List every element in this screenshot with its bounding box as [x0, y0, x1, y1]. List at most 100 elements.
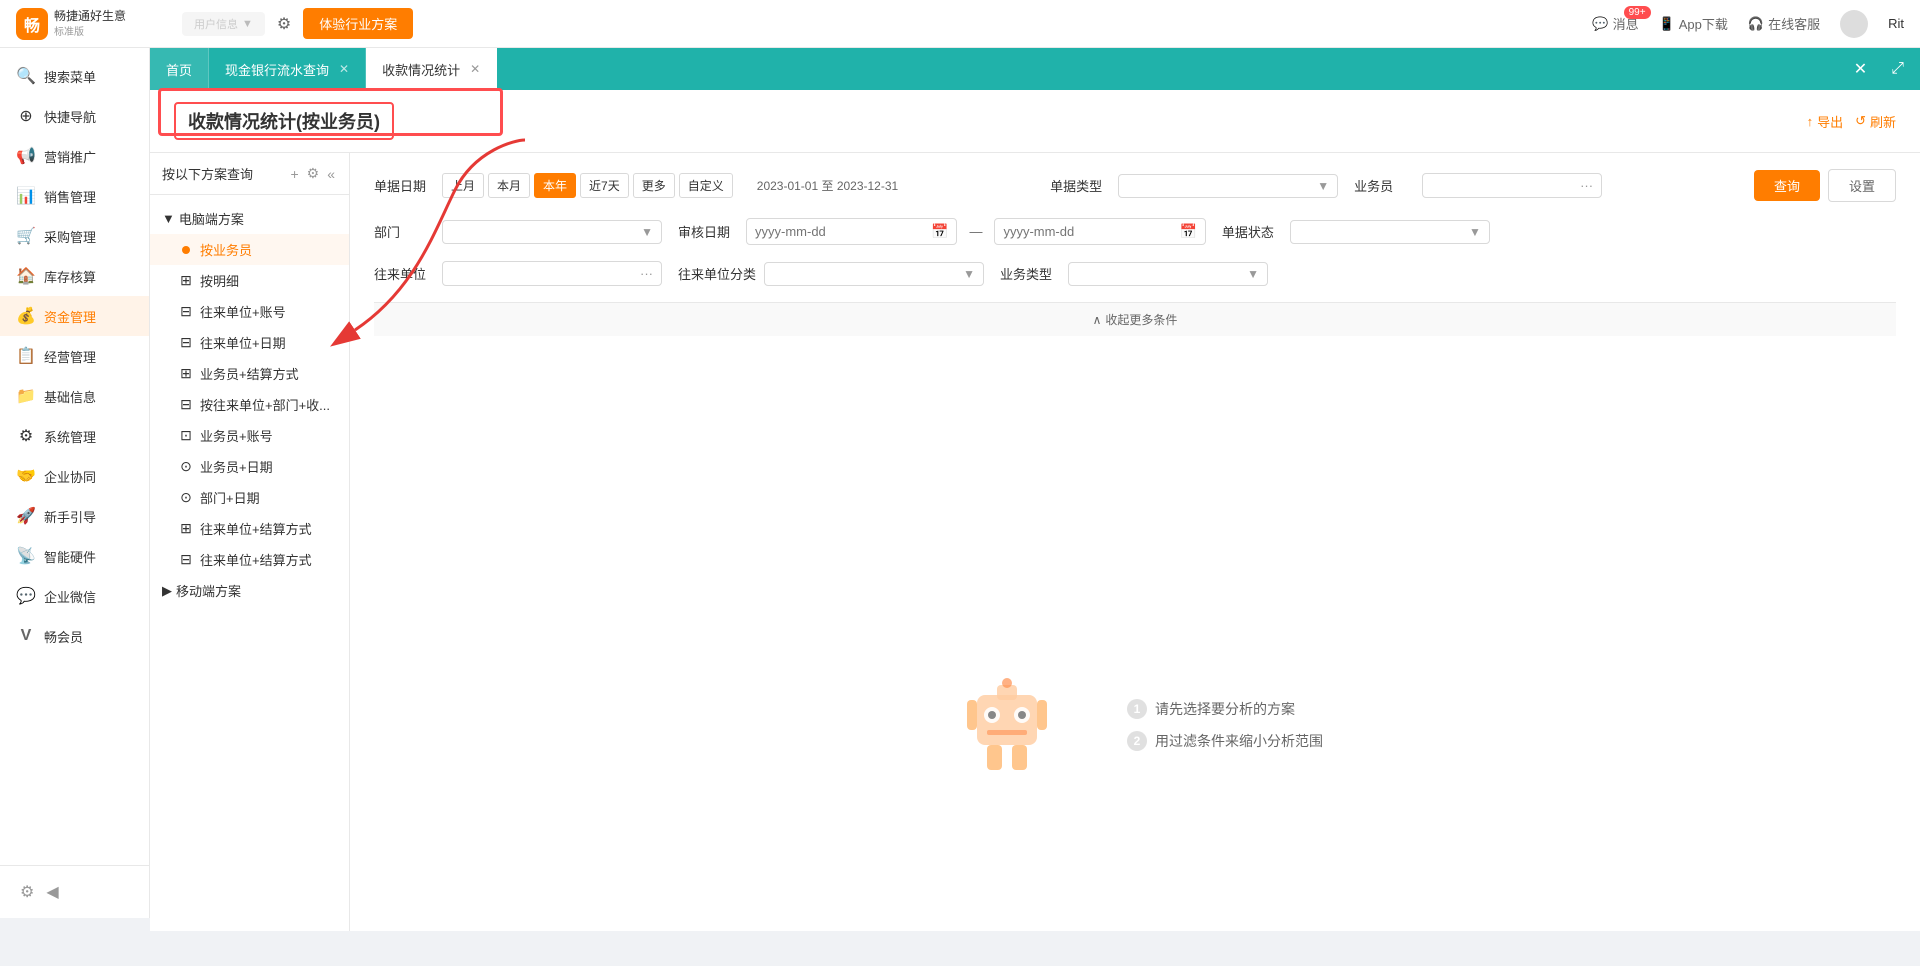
- sidebar-item-finance[interactable]: 💰 资金管理: [0, 296, 149, 336]
- date-quick-btns: 上月 本月 本年 近7天 更多 自定义: [442, 173, 733, 198]
- collapse-icon: ∧: [1093, 313, 1102, 327]
- date-btn-last-month[interactable]: 上月: [442, 173, 484, 198]
- messages-button[interactable]: 💬 消息 99+: [1592, 14, 1638, 33]
- scheme-add-button[interactable]: +: [288, 164, 300, 184]
- scheme-item-counterpart-date[interactable]: ⊟ 往来单位+日期: [150, 327, 349, 358]
- salesperson-dots[interactable]: ···: [1580, 178, 1593, 193]
- robot-svg: [947, 665, 1067, 785]
- sales-icon: 📊: [16, 186, 36, 206]
- tab-collection-stats-close[interactable]: ✕: [470, 62, 480, 76]
- audit-date-end[interactable]: 📅: [994, 218, 1205, 245]
- scheme-item-by-detail[interactable]: ⊞ 按明细: [150, 265, 349, 296]
- salesperson-account-icon: ⊡: [178, 428, 194, 444]
- tab-bank-flow-close[interactable]: ✕: [339, 62, 349, 76]
- refresh-button[interactable]: ↺ 刷新: [1855, 112, 1896, 131]
- page-title: 收款情况统计(按业务员): [188, 112, 380, 132]
- counterpart-category-select[interactable]: ▼: [764, 262, 984, 286]
- business-type-select[interactable]: ▼: [1068, 262, 1268, 286]
- dept-select[interactable]: ▼: [442, 220, 662, 244]
- scheme-item-salesperson-settle[interactable]: ⊞ 业务员+结算方式: [150, 358, 349, 389]
- scheme-item-by-salesperson[interactable]: 按业务员: [150, 234, 349, 265]
- scheme-item-counterpart-account[interactable]: ⊟ 往来单位+账号: [150, 296, 349, 327]
- topbar: 畅 畅捷通好生意 标准版 用户信息 ▼ ⚙ 体验行业方案 💬 消息 99+ 📱 …: [0, 0, 1920, 48]
- scheme-item-counterpart-dept[interactable]: ⊟ 按往来单位+部门+收...: [150, 389, 349, 420]
- sidebar-item-label: 畅会员: [44, 627, 83, 646]
- online-service-button[interactable]: 🎧 在线客服: [1748, 14, 1820, 33]
- sidebar: 🔍 搜索菜单 ⊕ 快捷导航 📢 营销推广 📊 销售管理 🛒 采购管理 🏠 库存核…: [0, 48, 150, 918]
- sidebar-item-label: 搜索菜单: [44, 67, 96, 86]
- tab-collection-stats[interactable]: 收款情况统计 ✕: [366, 48, 497, 90]
- tab-expand-button[interactable]: ⤢: [1883, 56, 1912, 82]
- app-name: 畅捷通好生意: [54, 9, 126, 23]
- counterpart-category-label: 往来单位分类: [678, 264, 756, 283]
- scheme-item-dept-date[interactable]: ⊙ 部门+日期: [150, 482, 349, 513]
- scheme-group-desktop[interactable]: ▼ 电脑端方案: [150, 203, 349, 234]
- sidebar-item-enterprise[interactable]: 🤝 企业协同: [0, 456, 149, 496]
- scheme-item-counterpart-settle2[interactable]: ⊟ 往来单位+结算方式: [150, 544, 349, 575]
- date-btn-this-year[interactable]: 本年: [534, 173, 576, 198]
- tab-bank-flow[interactable]: 现金银行流水查询 ✕: [209, 48, 366, 90]
- counterpart-select[interactable]: ···: [442, 261, 662, 286]
- sidebar-item-marketing[interactable]: 📢 营销推广: [0, 136, 149, 176]
- collapse-bar[interactable]: ∧ 收起更多条件: [374, 302, 1896, 336]
- sidebar-item-guide[interactable]: 🚀 新手引导: [0, 496, 149, 536]
- sidebar-item-operations[interactable]: 📋 经营管理: [0, 336, 149, 376]
- export-button[interactable]: ↑ 导出: [1807, 112, 1844, 131]
- user-avatar[interactable]: [1840, 10, 1868, 38]
- voucher-type-select[interactable]: ▼: [1118, 174, 1338, 198]
- filter-row-1-right: 单据类型 ▼ 业务员 ···: [1050, 173, 1602, 198]
- scheme-group-mobile[interactable]: ▶ 移动端方案: [150, 575, 349, 606]
- scheme-group-mobile-label: 移动端方案: [176, 581, 241, 600]
- sidebar-item-purchase[interactable]: 🛒 采购管理: [0, 216, 149, 256]
- filter-counterpart-item: 往来单位 ···: [374, 261, 662, 286]
- chevron-right-icon: ▶: [162, 583, 172, 599]
- sidebar-item-member[interactable]: V 畅会员: [0, 616, 149, 656]
- trial-button[interactable]: 体验行业方案: [303, 8, 413, 39]
- scheme-item-salesperson-account[interactable]: ⊡ 业务员+账号: [150, 420, 349, 451]
- settings-button[interactable]: 设置: [1828, 169, 1896, 202]
- filter-counterpart-category-item: 往来单位分类 ▼: [678, 262, 984, 286]
- date-btn-7days[interactable]: 近7天: [580, 173, 629, 198]
- audit-date-start-input[interactable]: [755, 224, 931, 239]
- sidebar-item-label: 企业微信: [44, 587, 96, 606]
- scheme-panel: 按以下方案查询 + ⚙ « ▼ 电脑端方案 按业务员 ⊞: [150, 153, 350, 931]
- sidebar-settings-button[interactable]: ⚙: [16, 878, 38, 906]
- sidebar-item-search-menu[interactable]: 🔍 搜索菜单: [0, 56, 149, 96]
- audit-date-end-input[interactable]: [1003, 224, 1179, 239]
- sidebar-item-sales[interactable]: 📊 销售管理: [0, 176, 149, 216]
- scheme-item-counterpart-settle1[interactable]: ⊞ 往来单位+结算方式: [150, 513, 349, 544]
- scheme-settings-button[interactable]: ⚙: [305, 163, 322, 184]
- scheme-collapse-button[interactable]: «: [325, 164, 337, 184]
- app-download-button[interactable]: 📱 App下载: [1659, 14, 1728, 33]
- tab-close-button[interactable]: ✕: [1846, 55, 1875, 83]
- inventory-icon: 🏠: [16, 266, 36, 286]
- date-btn-this-month[interactable]: 本月: [488, 173, 530, 198]
- scheme-header-title: 按以下方案查询: [162, 164, 284, 183]
- sidebar-item-system[interactable]: ⚙ 系统管理: [0, 416, 149, 456]
- salesperson-select[interactable]: ···: [1422, 173, 1602, 198]
- voucher-status-select[interactable]: ▼: [1290, 220, 1490, 244]
- date-btn-custom[interactable]: 自定义: [679, 173, 733, 198]
- filter-voucher-status-item: 单据状态 ▼: [1222, 220, 1490, 244]
- sidebar-item-quick-nav[interactable]: ⊕ 快捷导航: [0, 96, 149, 136]
- sidebar-collapse-button[interactable]: ◀: [42, 878, 62, 906]
- counterpart-dots[interactable]: ···: [640, 266, 653, 281]
- scheme-item-salesperson-date[interactable]: ⊙ 业务员+日期: [150, 451, 349, 482]
- step-1-text: 请先选择要分析的方案: [1155, 699, 1295, 719]
- chevron-down-icon: ▼: [162, 211, 175, 226]
- main-wrap: 首页 现金银行流水查询 ✕ 收款情况统计 ✕ ✕ ⤢ 收款情况统计(按业务员) …: [150, 48, 1920, 931]
- sidebar-item-smart-hw[interactable]: 📡 智能硬件: [0, 536, 149, 576]
- audit-date-start[interactable]: 📅: [746, 218, 957, 245]
- action-btns: 查询 设置: [1754, 169, 1896, 202]
- sidebar-item-basic-info[interactable]: 📁 基础信息: [0, 376, 149, 416]
- query-button[interactable]: 查询: [1754, 170, 1820, 201]
- settings-button[interactable]: ⚙: [273, 10, 295, 38]
- enterprise-icon: 🤝: [16, 466, 36, 486]
- quick-nav-icon: ⊕: [16, 106, 36, 126]
- sidebar-item-inventory[interactable]: 🏠 库存核算: [0, 256, 149, 296]
- sidebar-item-wechat[interactable]: 💬 企业微信: [0, 576, 149, 616]
- tab-home[interactable]: 首页: [150, 48, 209, 90]
- sidebar-item-label: 采购管理: [44, 227, 96, 246]
- date-btn-more[interactable]: 更多: [633, 173, 675, 198]
- business-type-label: 业务类型: [1000, 264, 1060, 283]
